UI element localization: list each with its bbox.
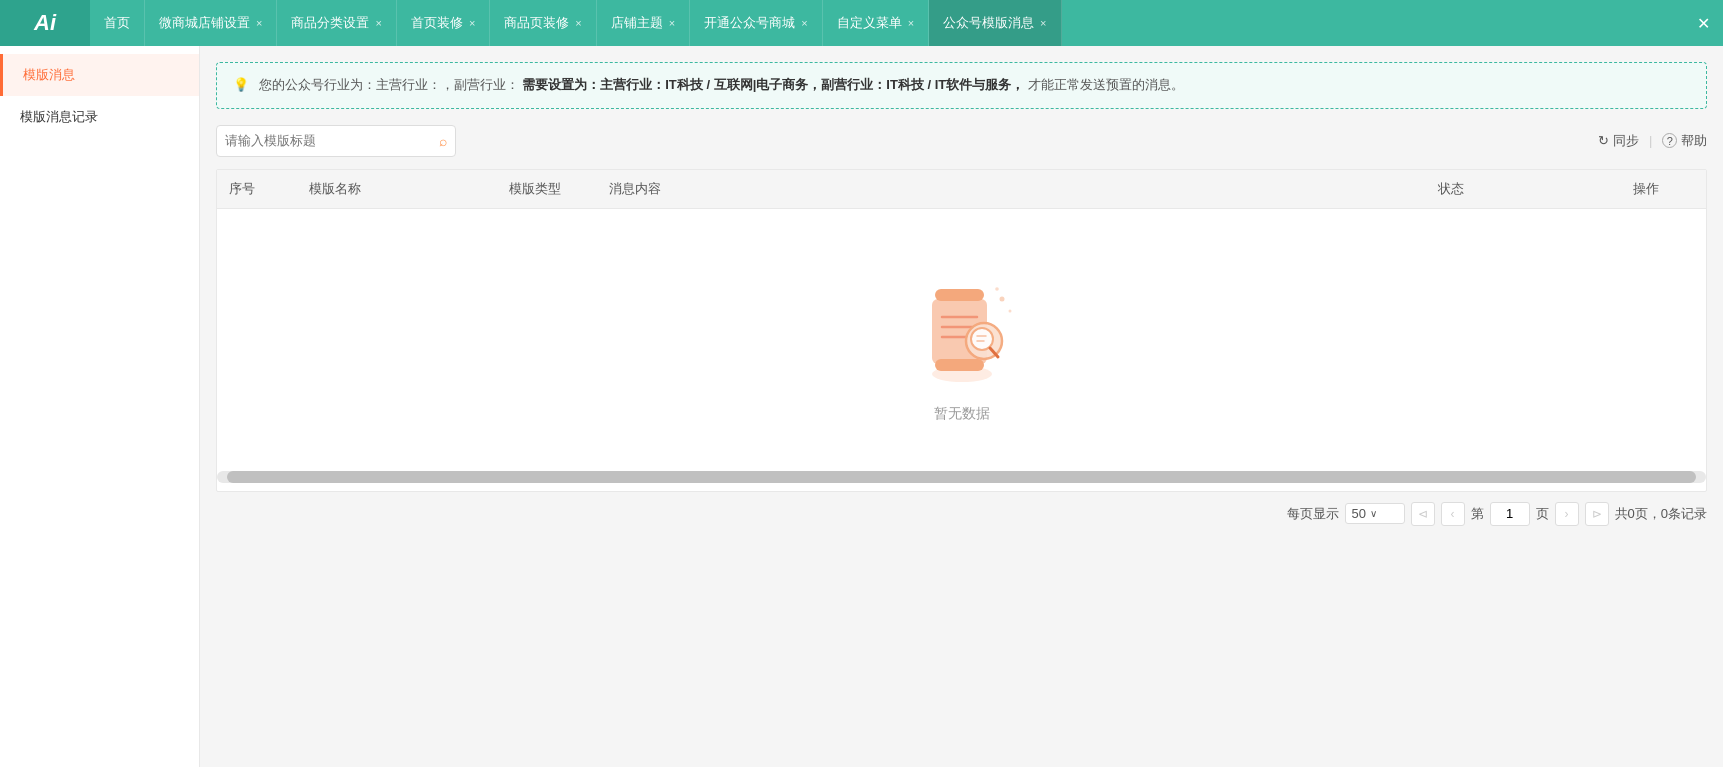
svg-point-13	[1008, 309, 1011, 312]
search-input-wrap[interactable]: ⌕	[216, 125, 456, 157]
notice-text-prefix: 您的公众号行业为：主营行业：，副营行业：	[259, 77, 519, 92]
notice-text-suffix: 才能正常发送预置的消息。	[1028, 77, 1184, 92]
close-tab-product-category[interactable]: ×	[375, 17, 381, 29]
notice-box: 💡 您的公众号行业为：主营行业：，副营行业： 需要设置为：主营行业：IT科技 /…	[216, 62, 1707, 109]
sidebar-item-template-msg[interactable]: 模版消息	[0, 54, 199, 96]
col-header-name: 模版名称	[297, 180, 497, 198]
col-header-action: 操作	[1586, 180, 1706, 198]
sync-button[interactable]: ↻ 同步	[1598, 132, 1639, 150]
top-navigation: Ai 首页微商城店铺设置×商品分类设置×首页装修×商品页装修×店铺主题×开通公众…	[0, 0, 1723, 46]
sidebar-item-template-record[interactable]: 模版消息记录	[0, 96, 199, 138]
help-button[interactable]: ? 帮助	[1662, 132, 1707, 150]
sidebar: 模版消息模版消息记录	[0, 46, 200, 767]
search-bar: ⌕ ↻ 同步 | ? 帮助	[216, 125, 1707, 157]
nav-tab-open-mall[interactable]: 开通公众号商城×	[690, 0, 822, 46]
nav-tab-template-msg[interactable]: 公众号模版消息×	[929, 0, 1061, 46]
prev-page-button[interactable]: ‹	[1441, 502, 1465, 526]
pagination: 每页显示 50 ∨ ⊲ ‹ 第 页 › ⊳ 共0页，0条记录	[216, 492, 1707, 536]
horizontal-scrollbar[interactable]	[217, 471, 1706, 483]
nav-tab-shop-settings[interactable]: 微商城店铺设置×	[145, 0, 277, 46]
page-size-value: 50	[1352, 506, 1366, 521]
page-size-label: 每页显示	[1287, 505, 1339, 523]
close-tab-product-decor[interactable]: ×	[575, 17, 581, 29]
nav-tab-custom-menu[interactable]: 自定义菜单×	[823, 0, 929, 46]
close-tab-home-decor[interactable]: ×	[469, 17, 475, 29]
search-icon[interactable]: ⌕	[439, 133, 447, 149]
nav-tab-home-decor[interactable]: 首页装修×	[397, 0, 490, 46]
svg-rect-2	[935, 289, 984, 301]
nav-tab-product-category[interactable]: 商品分类设置×	[277, 0, 396, 46]
main-layout: 模版消息模版消息记录 💡 您的公众号行业为：主营行业：，副营行业： 需要设置为：…	[0, 46, 1723, 767]
table-header: 序号 模版名称 模版类型 消息内容 状态 操作	[217, 170, 1706, 209]
col-header-content: 消息内容	[597, 180, 1426, 198]
svg-rect-3	[935, 359, 984, 371]
col-header-type: 模版类型	[497, 180, 597, 198]
nav-tabs: 首页微商城店铺设置×商品分类设置×首页装修×商品页装修×店铺主题×开通公众号商城…	[90, 0, 1683, 46]
page-input[interactable]	[1490, 502, 1530, 526]
toolbar-divider: |	[1649, 133, 1652, 148]
empty-text: 暂无数据	[934, 405, 990, 423]
close-tab-shop-settings[interactable]: ×	[256, 17, 262, 29]
scroll-thumb[interactable]	[227, 471, 1696, 483]
last-page-button[interactable]: ⊳	[1585, 502, 1609, 526]
close-tab-custom-menu[interactable]: ×	[908, 17, 914, 29]
help-icon: ?	[1662, 133, 1677, 148]
svg-point-14	[995, 287, 999, 291]
svg-point-12	[999, 296, 1004, 301]
first-page-button[interactable]: ⊲	[1411, 502, 1435, 526]
empty-illustration	[902, 269, 1022, 389]
nav-tab-home[interactable]: 首页	[90, 0, 145, 46]
search-input[interactable]	[225, 133, 439, 148]
logo: Ai	[0, 0, 90, 46]
nav-tab-product-decor[interactable]: 商品页装修×	[490, 0, 596, 46]
sync-icon: ↻	[1598, 133, 1609, 148]
sync-label: 同步	[1613, 133, 1639, 148]
total-records: 共0页，0条记录	[1615, 505, 1707, 523]
page-size-dropdown-icon: ∨	[1370, 508, 1377, 519]
page-label: 第	[1471, 505, 1484, 523]
close-tab-template-msg[interactable]: ×	[1040, 17, 1046, 29]
help-label: 帮助	[1681, 133, 1707, 148]
close-all-button[interactable]: ✕	[1683, 0, 1723, 46]
nav-tab-shop-theme[interactable]: 店铺主题×	[597, 0, 690, 46]
empty-state: 暂无数据	[217, 209, 1706, 463]
page-size-select[interactable]: 50 ∨	[1345, 503, 1405, 524]
notice-icon: 💡	[233, 77, 249, 92]
col-header-status: 状态	[1426, 180, 1586, 198]
notice-highlight: 需要设置为：主营行业：IT科技 / 互联网|电子商务，副营行业：IT科技 / I…	[522, 77, 1024, 92]
next-page-button[interactable]: ›	[1555, 502, 1579, 526]
data-table: 序号 模版名称 模版类型 消息内容 状态 操作	[216, 169, 1707, 492]
close-tab-open-mall[interactable]: ×	[801, 17, 807, 29]
col-header-no: 序号	[217, 180, 297, 198]
toolbar-right: ↻ 同步 | ? 帮助	[1598, 132, 1707, 150]
page-suffix: 页	[1536, 505, 1549, 523]
close-tab-shop-theme[interactable]: ×	[669, 17, 675, 29]
content-area: 💡 您的公众号行业为：主营行业：，副营行业： 需要设置为：主营行业：IT科技 /…	[200, 46, 1723, 767]
